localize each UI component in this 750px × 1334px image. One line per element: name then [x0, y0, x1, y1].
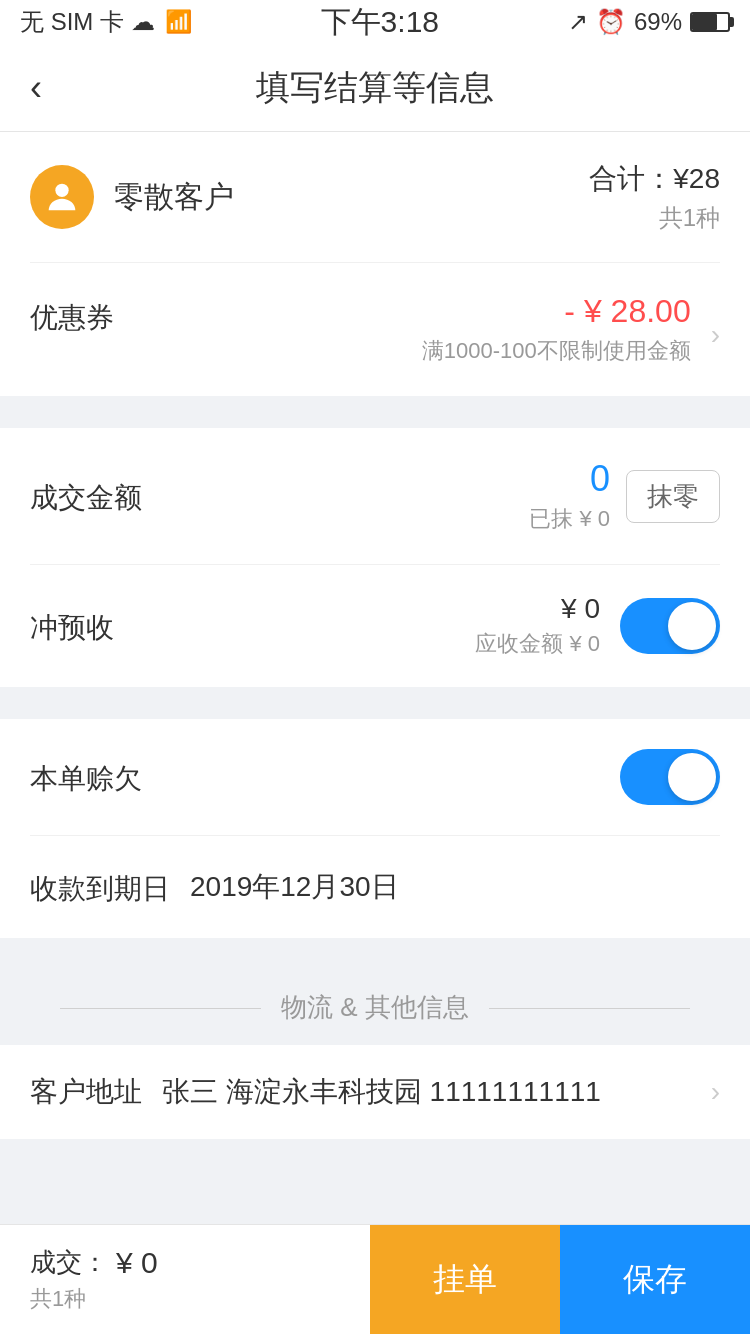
logistics-header-text: 物流 & 其他信息 [261, 990, 489, 1025]
back-button[interactable]: ‹ [30, 67, 42, 109]
bottom-bar: 成交： ¥ 0 共1种 挂单 保存 [0, 1224, 750, 1334]
deal-right: 已抹 ¥ 0 抹零 [490, 458, 720, 534]
bottom-deal-label: 成交： [30, 1245, 108, 1280]
customer-info: 零散客户 [30, 165, 234, 229]
coupon-row[interactable]: 优惠券 - ¥ 28.00 满1000-100不限制使用金额 › [0, 263, 750, 396]
address-chevron-icon: › [711, 1076, 720, 1108]
credit-toggle[interactable] [620, 749, 720, 805]
prepay-receivable: 应收金额 ¥ 0 [475, 629, 600, 659]
coupon-info: - ¥ 28.00 满1000-100不限制使用金额 [422, 293, 691, 366]
coupon-desc: 满1000-100不限制使用金额 [422, 336, 691, 366]
due-date-label: 收款到期日 [30, 864, 170, 910]
page-title: 填写结算等信息 [256, 65, 494, 111]
deal-right-inner: 已抹 ¥ 0 [490, 458, 610, 534]
deal-amount-label: 成交金额 [30, 473, 142, 519]
prepay-row: 冲预收 ¥ 0 应收金额 ¥ 0 [0, 565, 750, 687]
customer-total: 合计：¥28 [589, 160, 720, 198]
section-divider-1 [0, 412, 750, 428]
customer-total-area: 合计：¥28 共1种 [589, 160, 720, 234]
bottom-deal-value: ¥ 0 [116, 1246, 158, 1280]
prepay-toggle[interactable] [620, 598, 720, 654]
credit-toggle-knob [668, 753, 716, 801]
battery-percent: 69% [634, 8, 682, 36]
address-row[interactable]: 客户地址 张三 海淀永丰科技园 11111111111 › [0, 1045, 750, 1139]
customer-avatar [30, 165, 94, 229]
already-deducted: 已抹 ¥ 0 [490, 504, 610, 534]
deal-amount-input[interactable] [490, 458, 610, 500]
prepay-amount: ¥ 0 [475, 593, 600, 625]
deal-card: 成交金额 已抹 ¥ 0 抹零 冲预收 ¥ 0 应收金额 ¥ 0 [0, 428, 750, 687]
address-label: 客户地址 [30, 1073, 142, 1111]
address-card: 客户地址 张三 海淀永丰科技园 11111111111 › [0, 1045, 750, 1139]
main-content: 零散客户 合计：¥28 共1种 优惠券 - ¥ 28.00 满1000-100不… [0, 132, 750, 1275]
customer-card: 零散客户 合计：¥28 共1种 优惠券 - ¥ 28.00 满1000-100不… [0, 132, 750, 396]
toggle-knob [668, 602, 716, 650]
section-divider-3 [0, 954, 750, 970]
svg-point-0 [55, 184, 68, 197]
bottom-count: 共1种 [30, 1284, 340, 1314]
credit-label: 本单赊欠 [30, 754, 142, 800]
coupon-chevron-icon: › [711, 319, 720, 351]
bottom-deal: 成交： ¥ 0 [30, 1245, 340, 1280]
customer-count: 共1种 [589, 202, 720, 234]
credit-card: 本单赊欠 收款到期日 2019年12月30日 [0, 719, 750, 938]
save-button[interactable]: 保存 [560, 1225, 750, 1334]
credit-row: 本单赊欠 [0, 719, 750, 835]
prepay-label: 冲预收 [30, 603, 114, 649]
wifi-icon: 📶 [165, 9, 192, 35]
alarm-icon: ⏰ [596, 8, 626, 36]
prepay-right: ¥ 0 应收金额 ¥ 0 [475, 593, 720, 659]
location-icon: ↗ [568, 8, 588, 36]
battery-icon [690, 12, 730, 32]
section-divider-2 [0, 703, 750, 719]
nav-bar: ‹ 填写结算等信息 [0, 44, 750, 132]
due-date-row: 收款到期日 2019年12月30日 [0, 836, 750, 938]
bottom-info: 成交： ¥ 0 共1种 [0, 1225, 370, 1334]
address-content: 张三 海淀永丰科技园 11111111111 [162, 1073, 711, 1111]
prepay-amounts: ¥ 0 应收金额 ¥ 0 [475, 593, 600, 659]
status-right: ↗ ⏰ 69% [568, 8, 730, 36]
customer-row: 零散客户 合计：¥28 共1种 [0, 132, 750, 262]
coupon-amount: - ¥ 28.00 [422, 293, 691, 330]
status-time: 下午3:18 [321, 2, 439, 43]
status-bar: 无 SIM 卡 ☁ 📶 下午3:18 ↗ ⏰ 69% [0, 0, 750, 44]
due-date-value: 2019年12月30日 [190, 868, 399, 906]
hold-button[interactable]: 挂单 [370, 1225, 560, 1334]
coupon-label: 优惠券 [30, 293, 114, 339]
user-icon [42, 177, 82, 217]
coupon-right: - ¥ 28.00 满1000-100不限制使用金额 › [422, 293, 720, 366]
customer-name: 零散客户 [114, 177, 234, 218]
deal-amount-row: 成交金额 已抹 ¥ 0 抹零 [0, 428, 750, 564]
sim-label: 无 SIM 卡 ☁ [20, 6, 155, 38]
status-left: 无 SIM 卡 ☁ 📶 [20, 6, 192, 38]
round-button[interactable]: 抹零 [626, 470, 720, 523]
logistics-section-header: 物流 & 其他信息 [0, 970, 750, 1045]
